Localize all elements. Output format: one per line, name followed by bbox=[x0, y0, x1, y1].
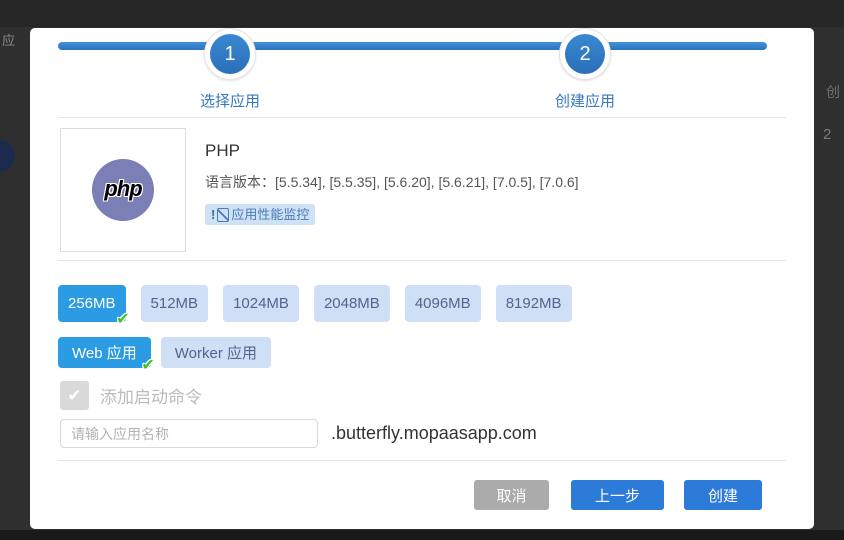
memory-option-label: 8192MB bbox=[505, 295, 562, 312]
divider-stepper bbox=[58, 117, 786, 118]
backdrop-bottom-strip bbox=[0, 530, 844, 540]
divider-app bbox=[58, 260, 786, 261]
memory-option-1024mb[interactable]: 1024MB bbox=[223, 285, 299, 322]
background-clipped-logo bbox=[0, 140, 15, 172]
memory-option-label: 512MB bbox=[150, 295, 199, 312]
memory-option-label: 256MB bbox=[68, 295, 116, 312]
performance-monitor-badge: ! 应用性能监控 bbox=[205, 204, 316, 225]
app-name-input[interactable] bbox=[60, 419, 318, 448]
step-2-ring: 2 bbox=[559, 28, 611, 80]
app-type-options-row: Web 应用 ✔ Worker 应用 bbox=[58, 337, 271, 374]
step-2-label: 创建应用 bbox=[554, 93, 615, 110]
startup-command-label: 添加启动命令 bbox=[100, 388, 202, 407]
type-option-label: Web 应用 bbox=[72, 345, 137, 362]
memory-option-8192mb[interactable]: 8192MB bbox=[495, 285, 572, 322]
app-info: PHP 语言版本：[5.5.34], [5.5.35], [5.6.20], [… bbox=[205, 141, 579, 225]
selected-check-icon: ✔ bbox=[116, 311, 130, 328]
php-logo-icon: php bbox=[92, 159, 154, 221]
step-1-label: 选择应用 bbox=[199, 93, 260, 110]
background-clipped-text-right-1: 创 bbox=[826, 84, 840, 100]
app-name-row: .butterfly.mopaasapp.com bbox=[60, 419, 537, 448]
memory-option-2048mb[interactable]: 2048MB bbox=[313, 285, 390, 322]
type-option-worker[interactable]: Worker 应用 bbox=[160, 337, 271, 368]
performance-monitor-badge-label: 应用性能监控 bbox=[231, 207, 310, 222]
checkbox-check-icon: ✔ bbox=[67, 385, 82, 405]
memory-option-4096mb[interactable]: 4096MB bbox=[404, 285, 481, 322]
selected-check-icon: ✔ bbox=[141, 357, 155, 374]
background-clipped-text-right-2: 2 bbox=[823, 126, 832, 143]
create-app-modal: 1 2 选择应用 创建应用 php PHP 语言版本：[5.5.34], [5.… bbox=[30, 28, 814, 529]
startup-command-row: ✔ 添加启动命令 bbox=[60, 381, 202, 410]
selected-app-card: php bbox=[60, 128, 186, 252]
app-title: PHP bbox=[205, 141, 240, 160]
stepper-progress-bar bbox=[58, 42, 767, 50]
background-clipped-text-left: 应 bbox=[2, 33, 16, 48]
startup-command-checkbox[interactable]: ✔ bbox=[60, 381, 89, 410]
alert-icon: ! bbox=[211, 207, 216, 222]
create-button[interactable]: 创建 bbox=[684, 480, 762, 510]
step-2-circle: 2 bbox=[565, 34, 605, 74]
step-1-ring: 1 bbox=[204, 28, 256, 80]
memory-option-label: 1024MB bbox=[233, 295, 289, 312]
step-1-circle: 1 bbox=[210, 34, 250, 74]
type-option-web[interactable]: Web 应用 ✔ bbox=[58, 337, 155, 374]
memory-option-label: 4096MB bbox=[414, 295, 471, 312]
divider-footer bbox=[58, 460, 786, 461]
backdrop-top-strip bbox=[0, 0, 844, 27]
cancel-button[interactable]: 取消 bbox=[474, 480, 549, 510]
php-logo-text: php bbox=[104, 176, 142, 201]
previous-step-button[interactable]: 上一步 bbox=[571, 480, 664, 510]
domain-suffix: .butterfly.mopaasapp.com bbox=[331, 423, 537, 443]
memory-option-256mb[interactable]: 256MB ✔ bbox=[58, 285, 130, 328]
app-versions: 语言版本：[5.5.34], [5.5.35], [5.6.20], [5.6.… bbox=[205, 174, 579, 190]
type-option-label: Worker 应用 bbox=[174, 345, 257, 362]
monitor-icon bbox=[217, 207, 230, 222]
memory-options-row: 256MB ✔ 512MB 1024MB 2048MB 4096MB 8192M… bbox=[58, 285, 572, 328]
memory-option-512mb[interactable]: 512MB bbox=[140, 285, 209, 322]
memory-option-label: 2048MB bbox=[323, 295, 380, 312]
